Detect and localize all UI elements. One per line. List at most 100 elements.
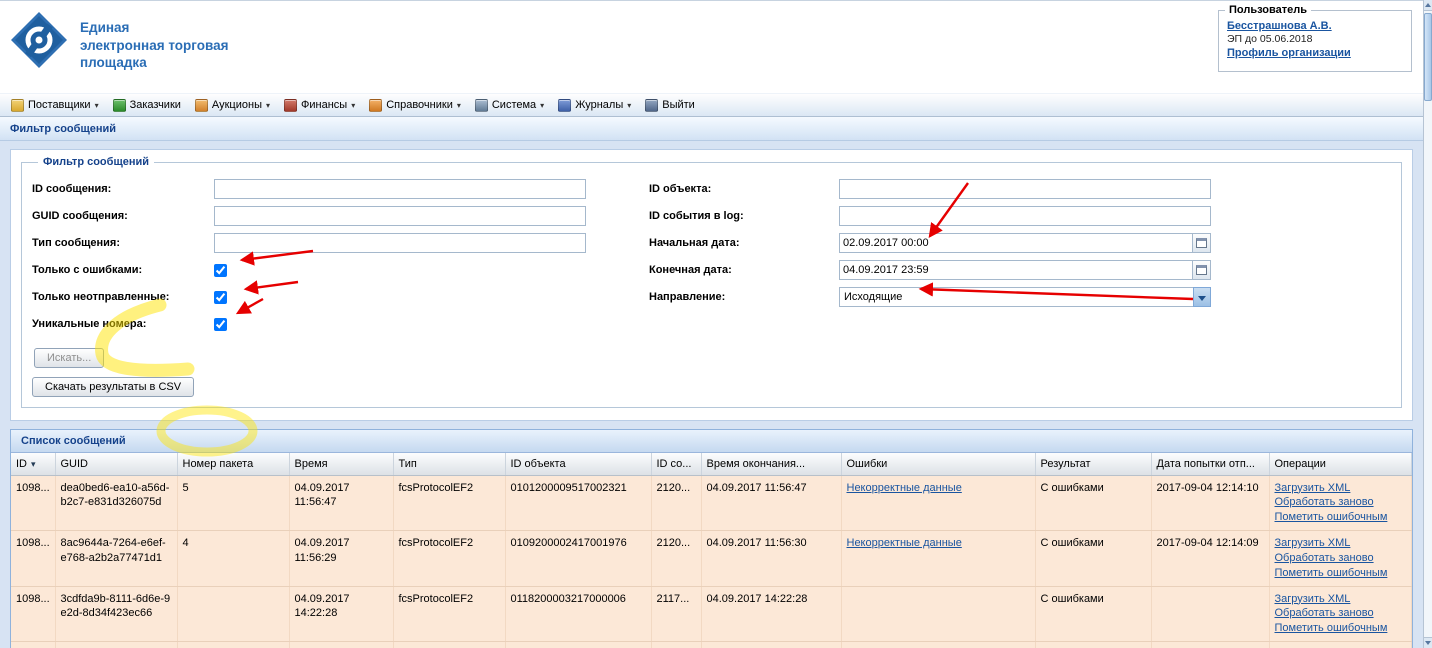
message-id-input[interactable] [214,179,586,199]
cell-end-time: 04.09.2017 11:56:30 [701,530,842,587]
cell-errors: Некорректные данные [841,475,1036,532]
cell-id: 1098... [11,530,56,587]
error-details-link[interactable]: Некорректные данные [847,482,962,494]
only-errors-checkbox[interactable] [214,263,227,277]
only-errors-label: Только с ошибками: [32,264,143,276]
op-mark-error-link[interactable]: Пометить ошибочным [1275,621,1407,636]
user-panel-legend: Пользователь [1225,4,1312,16]
scrollbar-down-button[interactable] [1424,637,1432,648]
cell-operations: Загрузить XML Обработать заново Пометить… [1269,641,1412,648]
reference-icon [369,98,383,112]
op-reprocess-link[interactable]: Обработать заново [1275,495,1407,510]
cell-guid: 98ad378b-9895-99... [55,641,178,648]
cell-end-time: 04.09.2017 14:22:28 [701,586,842,643]
event-log-id-label: ID события в log: [649,210,744,222]
filter-panel: Фильтр сообщений ID сообщения: GUID сооб… [10,149,1413,421]
message-type-input[interactable] [214,233,586,253]
logo-block[interactable]: Единая электронная торговая площадка [10,11,228,72]
op-reprocess-link[interactable]: Обработать заново [1275,551,1407,566]
cell-type: fcsProtocolSi... [393,641,506,648]
object-id-input[interactable] [839,179,1211,199]
chevron-down-icon [540,99,544,111]
cell-object-id: 0113300019317000795 [505,641,652,648]
filter-legend: Фильтр сообщений [43,156,150,168]
cell-attempt-date: 2017-09-04 12:14:10 [1151,475,1270,532]
user-name-link[interactable]: Бесстрашнова А.В. [1227,20,1403,32]
menu-item-finance[interactable]: Финансы [279,97,364,114]
col-header-id-so[interactable]: ID со... [651,453,702,476]
cell-attempt-date [1151,586,1270,643]
vertical-scrollbar[interactable] [1423,0,1432,648]
logo-title-line3: площадка [80,55,147,71]
menu-item-customers[interactable]: Заказчики [108,97,190,114]
table-row[interactable]: 1098... dea0bed6-ea10-a56d-b2c7-e831d326… [11,475,1412,532]
cell-id-so: 2120... [651,530,702,587]
menu-label: Справочники [386,99,453,111]
menu-item-system[interactable]: Система [470,97,553,114]
col-header-object-id[interactable]: ID объекта [505,453,652,476]
start-date-input[interactable] [839,233,1193,253]
cell-end-time: 04.09.2017 09:54:49 [701,641,842,648]
op-load-xml-link[interactable]: Загрузить XML [1275,536,1407,551]
cell-object-id: 0118200003217000006 [505,586,652,643]
scrollbar-up-button[interactable] [1424,0,1432,11]
menu-item-reference[interactable]: Справочники [364,97,470,114]
menu-item-exit[interactable]: Выйти [640,97,704,114]
cell-errors: Некорректные данные [841,641,1036,648]
download-csv-button[interactable]: Скачать результаты в CSV [32,377,195,397]
op-load-xml-link[interactable]: Загрузить XML [1275,481,1407,496]
col-header-packet[interactable]: Номер пакета [177,453,290,476]
col-header-id[interactable]: ID [11,453,56,476]
scrollbar-thumb[interactable] [1424,13,1432,101]
journals-icon [558,98,572,112]
cell-time: 04.09.2017 14:22:28 [289,586,394,643]
cell-errors: Некорректные данные [841,530,1036,587]
col-header-label: ID [16,457,27,470]
op-reprocess-link[interactable]: Обработать заново [1275,606,1407,621]
col-header-time[interactable]: Время [289,453,394,476]
menu-item-auctions[interactable]: Аукционы [190,97,279,114]
direction-select[interactable]: Исходящие [839,287,1211,307]
col-header-result[interactable]: Результат [1035,453,1152,476]
menu-item-journals[interactable]: Журналы [553,97,640,114]
message-guid-input[interactable] [214,206,586,226]
table-row[interactable]: 1098... 8ac9644a-7264-e6ef-e768-a2b2a774… [11,530,1412,587]
only-unsent-label: Только неотправленные: [32,291,170,303]
cell-errors [841,586,1036,643]
error-details-link[interactable]: Некорректные данные [847,537,962,549]
col-header-errors[interactable]: Ошибки [841,453,1036,476]
cell-type: fcsProtocolEF2 [393,530,506,587]
calendar-icon [1196,238,1207,248]
chevron-down-icon [266,99,270,111]
col-header-operations[interactable]: Операции [1269,453,1412,476]
start-date-calendar-button[interactable] [1193,233,1211,253]
search-button[interactable]: Искать... [34,348,105,368]
end-date-calendar-button[interactable] [1193,260,1211,280]
menu-label: Аукционы [211,99,262,111]
table-row[interactable]: 1098... 98ad378b-9895-99... 5 04.09.2017… [11,641,1412,648]
user-panel: Пользователь Бесстрашнова А.В. ЭП до 05.… [1218,4,1412,72]
message-id-label: ID сообщения: [32,183,112,195]
menu-label: Поставщики [28,99,91,111]
menu-item-suppliers[interactable]: Поставщики [6,97,108,114]
only-unsent-checkbox[interactable] [214,290,227,304]
cell-attempt-date [1151,641,1270,648]
op-mark-error-link[interactable]: Пометить ошибочным [1275,566,1407,581]
op-mark-error-link[interactable]: Пометить ошибочным [1275,510,1407,525]
cell-operations: Загрузить XML Обработать заново Пометить… [1269,530,1412,587]
col-header-attempt-date[interactable]: Дата попытки отп... [1151,453,1270,476]
col-header-guid[interactable]: GUID [55,453,178,476]
end-date-input[interactable] [839,260,1193,280]
chevron-down-icon [95,99,99,111]
col-header-end-time[interactable]: Время окончания... [701,453,842,476]
chevron-down-icon[interactable] [1193,287,1211,307]
unique-numbers-checkbox[interactable] [214,317,227,331]
cell-time: 04.09.2017 11:56:29 [289,530,394,587]
event-log-id-input[interactable] [839,206,1211,226]
page-title: Фильтр сообщений [10,122,117,135]
op-load-xml-link[interactable]: Загрузить XML [1275,592,1407,607]
messages-grid-panel: Список сообщений ID GUID Номер пакета Вр… [10,429,1413,648]
org-profile-link[interactable]: Профиль организации [1227,47,1403,59]
table-row[interactable]: 1098... 3cdfda9b-8111-6d6e-9e2d-8d34f423… [11,586,1412,643]
col-header-type[interactable]: Тип [393,453,506,476]
